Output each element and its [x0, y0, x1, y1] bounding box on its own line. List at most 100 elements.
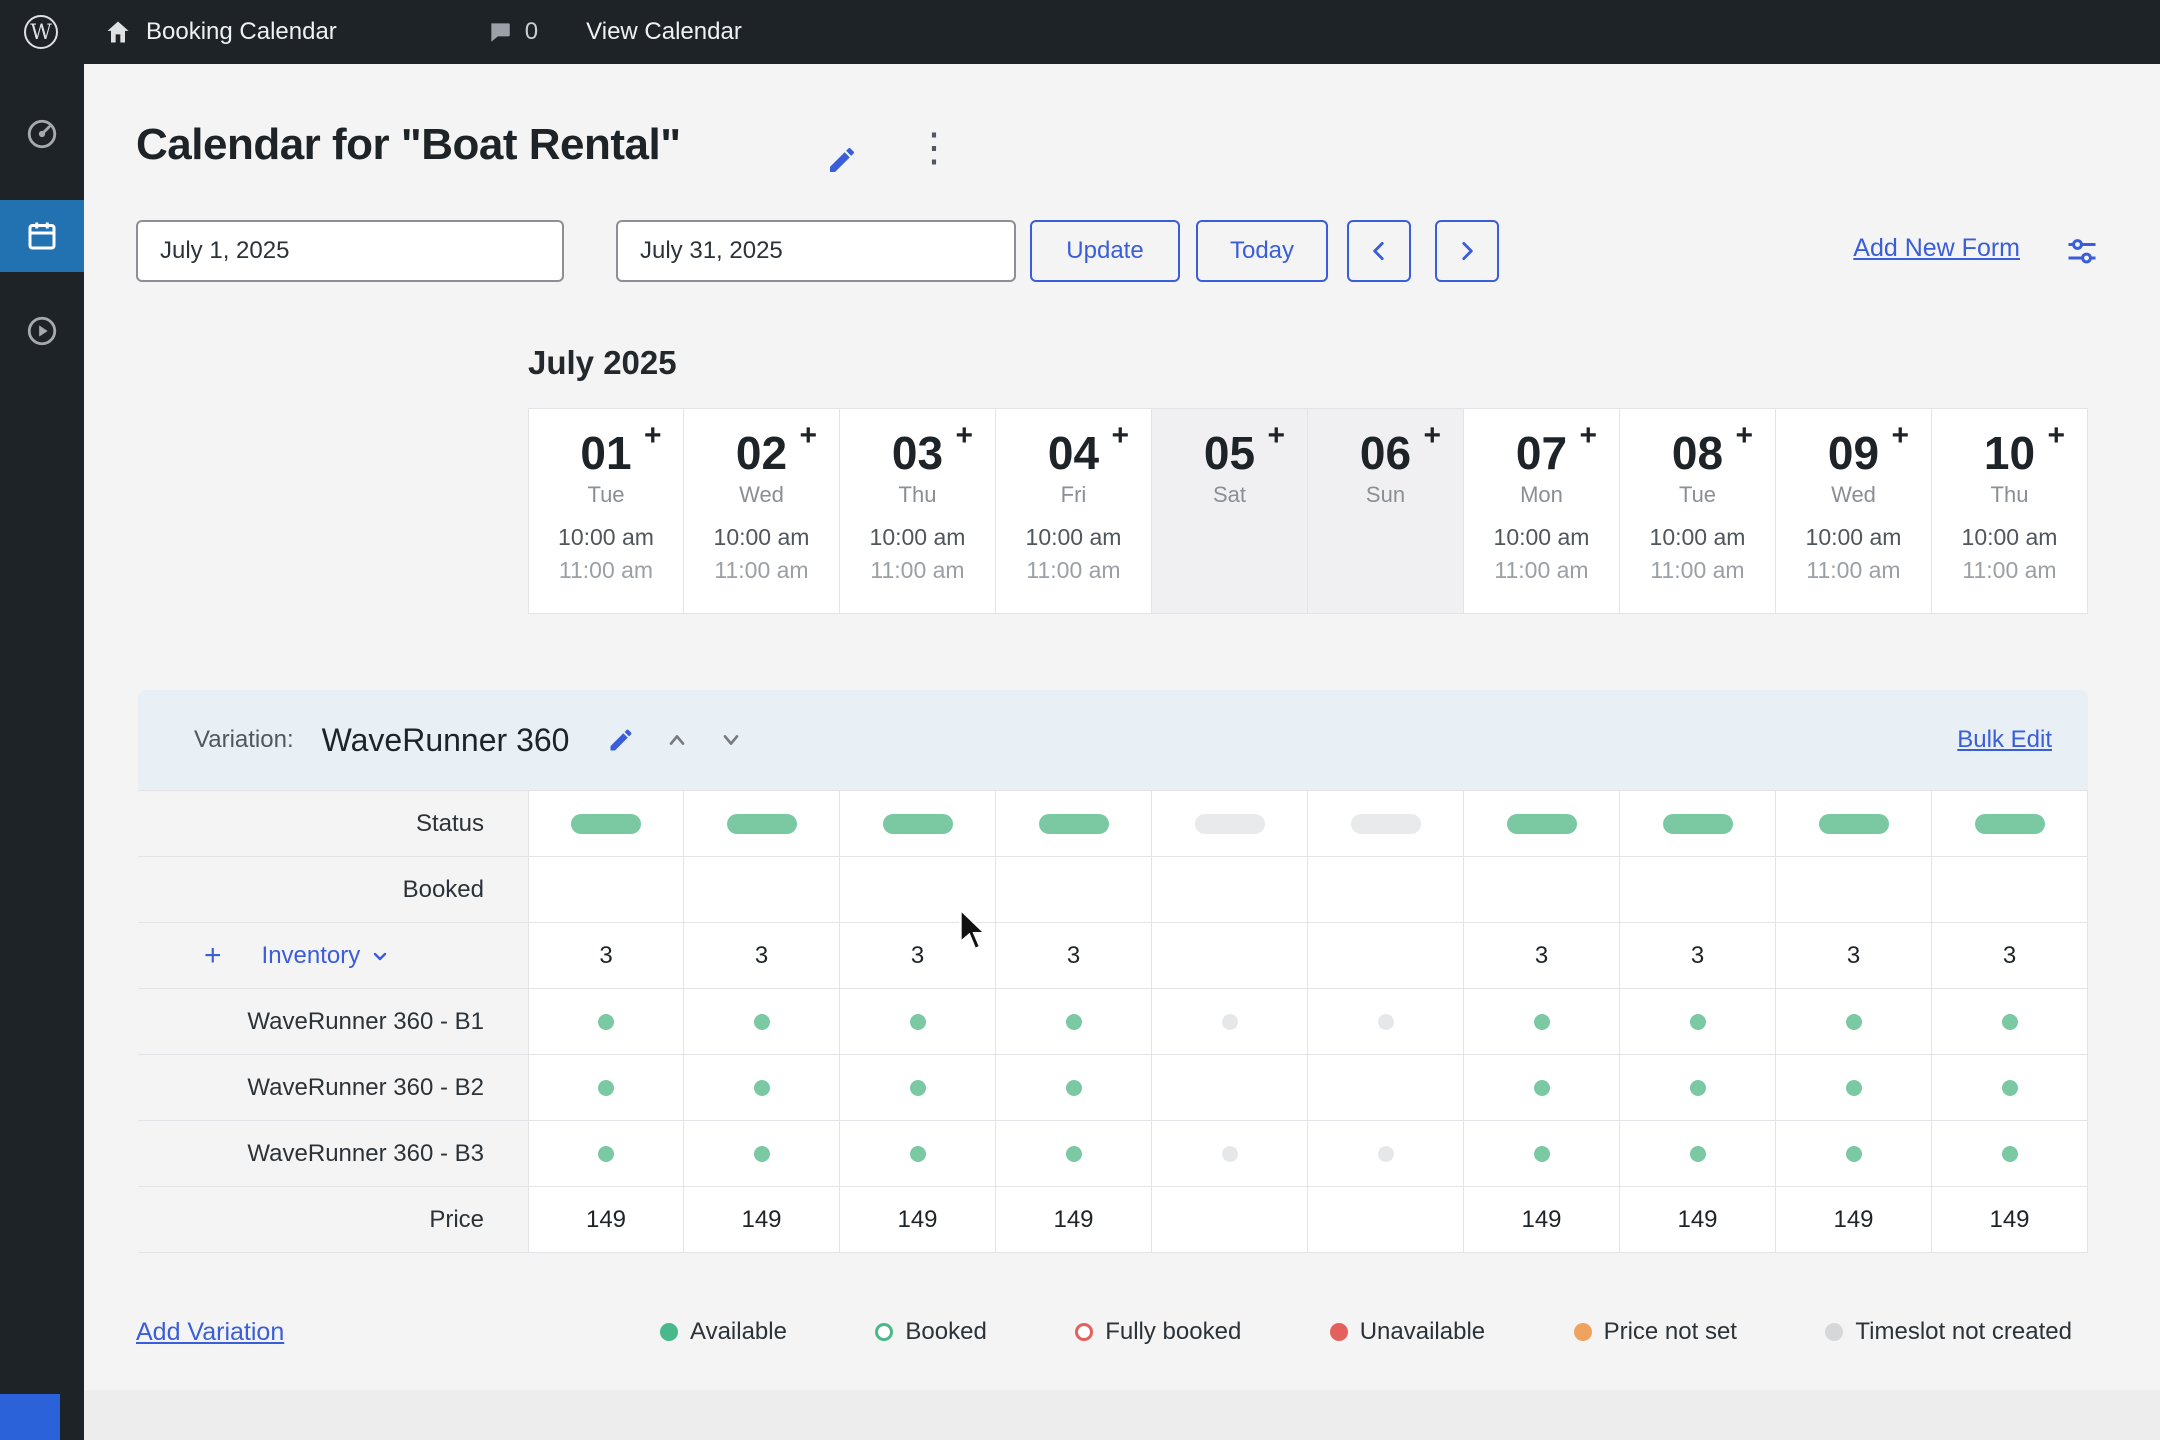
- next-period-button[interactable]: [1435, 220, 1499, 282]
- booked-row-cell[interactable]: [840, 857, 996, 922]
- item-row-1-cell[interactable]: [1932, 989, 2088, 1054]
- title-kebab-menu-icon[interactable]: ⋮: [914, 128, 954, 168]
- availability-dot-green[interactable]: [2002, 1146, 2018, 1162]
- timeslot[interactable]: 10:00 am: [1932, 521, 2087, 554]
- availability-dot-green[interactable]: [1534, 1146, 1550, 1162]
- timeslot[interactable]: 10:00 am: [1464, 521, 1619, 554]
- timeslot[interactable]: 11:00 am: [684, 554, 839, 587]
- price-row-cell[interactable]: 149: [684, 1187, 840, 1252]
- status-pill-available[interactable]: [883, 814, 953, 834]
- add-timeslot-button[interactable]: +: [1580, 419, 1598, 453]
- inventory-row-cell[interactable]: [1152, 923, 1308, 988]
- timeslot[interactable]: 11:00 am: [1620, 554, 1775, 587]
- filter-sliders-icon[interactable]: [2064, 234, 2100, 270]
- booked-row-cell[interactable]: [996, 857, 1152, 922]
- comments-icon[interactable]: [487, 19, 513, 45]
- availability-dot-green[interactable]: [754, 1014, 770, 1030]
- availability-dot-green[interactable]: [1066, 1146, 1082, 1162]
- add-timeslot-button[interactable]: +: [1892, 419, 1910, 453]
- item-row-3-cell[interactable]: [528, 1121, 684, 1186]
- availability-dot-green[interactable]: [1534, 1080, 1550, 1096]
- availability-dot-green[interactable]: [598, 1080, 614, 1096]
- status-row-cell[interactable]: [1152, 791, 1308, 856]
- timeslot[interactable]: 11:00 am: [840, 554, 995, 587]
- add-timeslot-button[interactable]: +: [800, 419, 818, 453]
- sidebar-item-booking-calendar[interactable]: [0, 200, 84, 272]
- add-new-form-link[interactable]: Add New Form: [1853, 234, 2020, 263]
- variation-next-chevron-down-icon[interactable]: [719, 728, 743, 752]
- bulk-edit-link[interactable]: Bulk Edit: [1957, 726, 2052, 754]
- item-row-1-cell[interactable]: [1776, 989, 1932, 1054]
- availability-dot-green[interactable]: [2002, 1080, 2018, 1096]
- inventory-row-cell[interactable]: 3: [1932, 923, 2088, 988]
- booked-row-cell[interactable]: [528, 857, 684, 922]
- status-pill-unset[interactable]: [1195, 814, 1265, 834]
- availability-dot-green[interactable]: [2002, 1014, 2018, 1030]
- availability-dot-green[interactable]: [1690, 1014, 1706, 1030]
- add-inventory-button[interactable]: +: [204, 939, 222, 973]
- availability-dot-green[interactable]: [754, 1146, 770, 1162]
- availability-dot-green[interactable]: [910, 1014, 926, 1030]
- availability-dot-green[interactable]: [1066, 1014, 1082, 1030]
- home-icon[interactable]: [104, 18, 132, 46]
- availability-dot-green[interactable]: [910, 1080, 926, 1096]
- timeslot[interactable]: 11:00 am: [1776, 554, 1931, 587]
- wordpress-logo-icon[interactable]: W: [24, 15, 58, 49]
- item-row-2-cell[interactable]: [1932, 1055, 2088, 1120]
- admin-bar-view-calendar[interactable]: View Calendar: [586, 18, 742, 46]
- item-row-3-cell[interactable]: [1776, 1121, 1932, 1186]
- status-row-cell[interactable]: [1932, 791, 2088, 856]
- inventory-row-cell[interactable]: 3: [996, 923, 1152, 988]
- item-row-1-cell[interactable]: [1464, 989, 1620, 1054]
- timeslot[interactable]: 11:00 am: [1464, 554, 1619, 587]
- add-timeslot-button[interactable]: +: [2048, 419, 2066, 453]
- availability-dot-green[interactable]: [598, 1014, 614, 1030]
- item-row-1-cell[interactable]: [1620, 989, 1776, 1054]
- inventory-row-cell[interactable]: 3: [1620, 923, 1776, 988]
- booked-row-cell[interactable]: [1464, 857, 1620, 922]
- date-to-input[interactable]: [616, 220, 1016, 282]
- price-row-cell[interactable]: [1308, 1187, 1464, 1252]
- timeslot[interactable]: 10:00 am: [529, 521, 683, 554]
- add-timeslot-button[interactable]: +: [1736, 419, 1754, 453]
- item-row-1-cell[interactable]: [1308, 989, 1464, 1054]
- availability-dot-green[interactable]: [598, 1146, 614, 1162]
- inventory-row-cell[interactable]: 3: [528, 923, 684, 988]
- availability-dot-green[interactable]: [1534, 1014, 1550, 1030]
- item-row-3-cell[interactable]: [1620, 1121, 1776, 1186]
- add-timeslot-button[interactable]: +: [1112, 419, 1130, 453]
- booked-row-cell[interactable]: [1308, 857, 1464, 922]
- edit-variation-pencil-icon[interactable]: [607, 726, 635, 754]
- status-row-cell[interactable]: [1776, 791, 1932, 856]
- timeslot[interactable]: 10:00 am: [840, 521, 995, 554]
- add-variation-link[interactable]: Add Variation: [136, 1318, 284, 1347]
- item-row-2-cell[interactable]: [996, 1055, 1152, 1120]
- prev-period-button[interactable]: [1347, 220, 1411, 282]
- timeslot[interactable]: 10:00 am: [1776, 521, 1931, 554]
- status-row-cell[interactable]: [840, 791, 996, 856]
- availability-dot-green[interactable]: [1690, 1146, 1706, 1162]
- status-row-cell[interactable]: [1464, 791, 1620, 856]
- item-row-2-cell[interactable]: [528, 1055, 684, 1120]
- timeslot[interactable]: 11:00 am: [1932, 554, 2087, 587]
- status-pill-available[interactable]: [727, 814, 797, 834]
- price-row-cell[interactable]: 149: [840, 1187, 996, 1252]
- variation-prev-chevron-up-icon[interactable]: [665, 728, 689, 752]
- availability-dot-green[interactable]: [1066, 1080, 1082, 1096]
- status-row-cell[interactable]: [996, 791, 1152, 856]
- inventory-row-cell[interactable]: 3: [1776, 923, 1932, 988]
- status-row-cell[interactable]: [528, 791, 684, 856]
- status-pill-available[interactable]: [571, 814, 641, 834]
- inventory-toggle[interactable]: Inventory: [262, 942, 391, 970]
- availability-dot-gray[interactable]: [1222, 1014, 1238, 1030]
- status-row-cell[interactable]: [684, 791, 840, 856]
- price-row-cell[interactable]: 149: [1776, 1187, 1932, 1252]
- add-timeslot-button[interactable]: +: [1268, 419, 1286, 453]
- status-pill-available[interactable]: [1819, 814, 1889, 834]
- item-row-1-cell[interactable]: [528, 989, 684, 1054]
- timeslot[interactable]: 10:00 am: [684, 521, 839, 554]
- inventory-row-cell[interactable]: 3: [1464, 923, 1620, 988]
- booked-row-cell[interactable]: [684, 857, 840, 922]
- booked-row-cell[interactable]: [1152, 857, 1308, 922]
- availability-dot-gray[interactable]: [1378, 1014, 1394, 1030]
